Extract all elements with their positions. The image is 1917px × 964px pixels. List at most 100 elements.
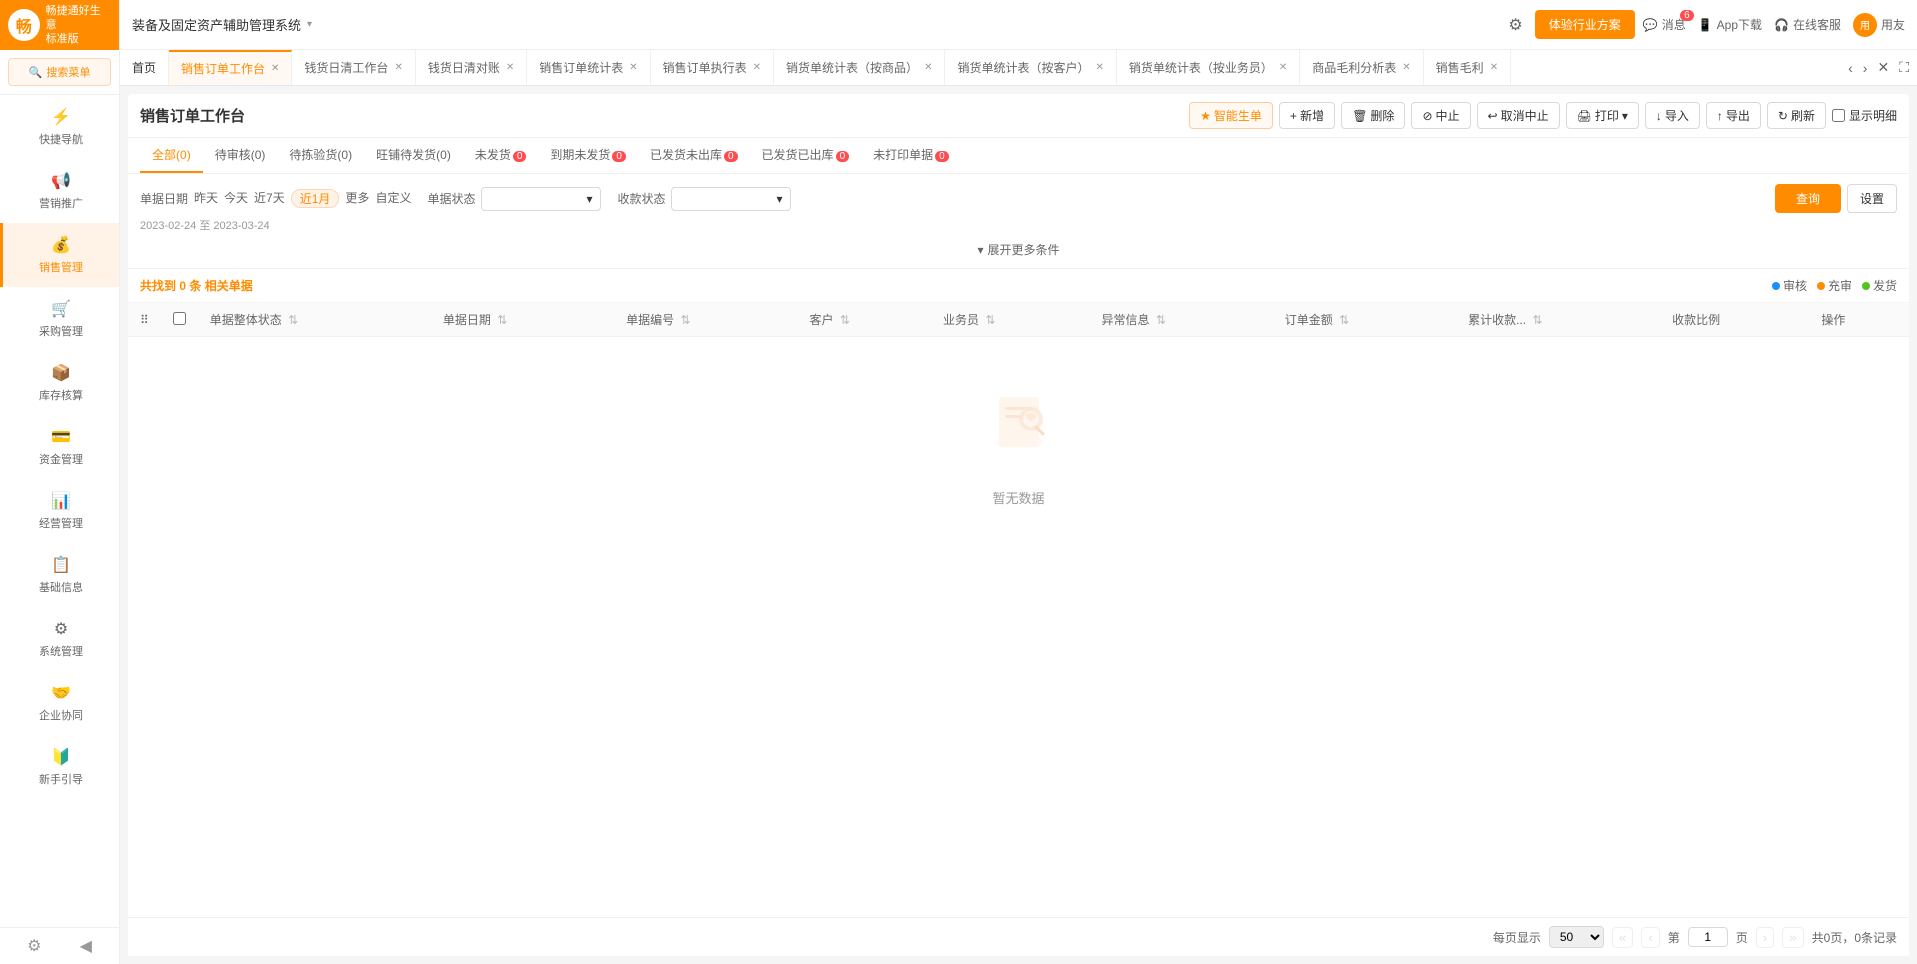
show-detail-checkbox-area[interactable]: 显示明细: [1832, 107, 1897, 124]
sort-customer-icon[interactable]: ⇅: [840, 313, 850, 327]
tab-close-all-button[interactable]: ✕: [1873, 57, 1893, 78]
tab-sales-stat-product[interactable]: 销货单统计表（按商品） ✕: [774, 50, 945, 86]
sort-date-icon[interactable]: ⇅: [497, 313, 507, 327]
tab-sales-exec[interactable]: 销售订单执行表 ✕: [651, 50, 774, 86]
tab-sales-stat-customer[interactable]: 销货单统计表（按客户） ✕: [945, 50, 1116, 86]
add-button[interactable]: + 新增: [1279, 102, 1335, 129]
settings-filter-button[interactable]: 设置: [1847, 184, 1897, 213]
online-service-button[interactable]: 🎧 在线客服: [1774, 16, 1841, 33]
date-link-today[interactable]: 今天: [224, 189, 248, 208]
date-link-yesterday[interactable]: 昨天: [194, 189, 218, 208]
tab-close-cash-reconcile[interactable]: ✕: [506, 62, 514, 73]
subtab-wangpu-pending[interactable]: 旺铺待发货(0): [364, 138, 463, 173]
cancel-stop-button[interactable]: ↩ 取消中止: [1477, 102, 1560, 129]
show-detail-checkbox[interactable]: [1832, 109, 1845, 122]
message-button[interactable]: 💬 消息 6: [1643, 16, 1686, 33]
sort-collected-icon[interactable]: ⇅: [1532, 313, 1542, 327]
app-download-button[interactable]: 📱 App下载: [1698, 16, 1762, 33]
sort-amount-icon[interactable]: ⇅: [1339, 313, 1349, 327]
subtab-shipped-not-in[interactable]: 已发货未出库0: [638, 138, 750, 173]
solution-button[interactable]: 体验行业方案: [1535, 10, 1635, 39]
sidebar-item-purchase[interactable]: 🛒 采购管理: [0, 287, 119, 351]
collapse-button[interactable]: ◀: [80, 936, 92, 956]
ship-action[interactable]: 发货: [1862, 277, 1897, 294]
tab-next-button[interactable]: ›: [1859, 58, 1872, 78]
import-button[interactable]: ↓ 导入: [1645, 102, 1700, 129]
sidebar-item-cooperation[interactable]: 🤝 企业协同: [0, 671, 119, 735]
subtab-not-shipped[interactable]: 未发货0: [463, 138, 539, 173]
subtab-expired-not-shipped[interactable]: 到期未发货0: [538, 138, 638, 173]
date-link-1month[interactable]: 近1月: [291, 189, 340, 208]
refresh-icon: ↻: [1778, 109, 1788, 123]
tab-sales-gross[interactable]: 销售毛利 ✕: [1424, 50, 1511, 86]
subtab-shipped-in[interactable]: 已发货已出库0: [750, 138, 862, 173]
next-page-button[interactable]: ›: [1756, 927, 1774, 948]
tab-close-sales-gross[interactable]: ✕: [1490, 62, 1498, 73]
tab-cash-daily[interactable]: 钱货日清工作台 ✕: [292, 50, 415, 86]
subtab-pending-review[interactable]: 待审核(0): [203, 138, 278, 173]
tab-close-sales-order[interactable]: ✕: [271, 63, 279, 74]
sort-staff-icon[interactable]: ⇅: [985, 313, 995, 327]
last-page-button[interactable]: »: [1782, 927, 1803, 948]
tab-prev-button[interactable]: ‹: [1844, 58, 1857, 78]
sort-number-icon[interactable]: ⇅: [681, 313, 691, 327]
cancel-action[interactable]: 充审: [1817, 277, 1852, 294]
date-link-7days[interactable]: 近7天: [254, 189, 285, 208]
stop-button[interactable]: ⊘ 中止: [1411, 102, 1470, 129]
status-filter-select[interactable]: ▾: [481, 187, 601, 211]
subtab-all[interactable]: 全部(0): [140, 138, 203, 173]
prev-page-button[interactable]: ‹: [1641, 927, 1659, 948]
sidebar-item-system[interactable]: ⚙ 系统管理: [0, 607, 119, 671]
tab-sales-order[interactable]: 销售订单工作台 ✕: [169, 50, 292, 86]
tab-sales-stat[interactable]: 销售订单统计表 ✕: [527, 50, 650, 86]
smart-create-button[interactable]: ★ 智能生单: [1189, 102, 1273, 129]
tab-close-staff[interactable]: ✕: [1279, 62, 1287, 73]
select-all-checkbox[interactable]: [173, 312, 186, 325]
sidebar-item-sales[interactable]: 💰 销售管理: [0, 223, 119, 287]
date-link-more[interactable]: 更多: [345, 189, 369, 208]
table-scroll-container[interactable]: ⠿ 单据整体状态 ⇅ 单据日期 ⇅: [128, 303, 1909, 917]
col-status: 单据整体状态 ⇅: [198, 303, 431, 337]
sidebar-item-marketing[interactable]: 📢 营销推广: [0, 159, 119, 223]
sidebar-item-basic-info[interactable]: 📋 基础信息: [0, 543, 119, 607]
page-size-select[interactable]: 10 20 50 100: [1549, 926, 1604, 948]
page-number-input[interactable]: [1688, 927, 1728, 947]
tab-close-sales-stat[interactable]: ✕: [629, 62, 637, 73]
first-page-button[interactable]: «: [1612, 927, 1633, 948]
sidebar-item-operation[interactable]: 📊 经营管理: [0, 479, 119, 543]
tab-close-product[interactable]: ✕: [924, 62, 932, 73]
cancel-stop-icon: ↩: [1488, 109, 1498, 123]
tab-sales-stat-staff[interactable]: 销货单统计表（按业务员） ✕: [1117, 50, 1300, 86]
tab-close-customer[interactable]: ✕: [1095, 62, 1103, 73]
refresh-button[interactable]: ↻ 刷新: [1767, 102, 1826, 129]
user-menu[interactable]: 用 用友: [1853, 13, 1905, 37]
search-menu-button[interactable]: 🔍 搜索菜单: [8, 58, 111, 86]
delete-icon: 🗑: [1352, 109, 1367, 123]
sort-abnormal-icon[interactable]: ⇅: [1156, 313, 1166, 327]
sidebar-item-finance[interactable]: 💳 资金管理: [0, 415, 119, 479]
date-link-custom[interactable]: 自定义: [375, 189, 411, 208]
subtab-not-printed[interactable]: 未打印单据0: [861, 138, 961, 173]
sidebar-item-inventory[interactable]: 📦 库存核算: [0, 351, 119, 415]
expand-filter-button[interactable]: ▾ 展开更多条件: [977, 241, 1059, 258]
export-button[interactable]: ↑ 导出: [1706, 102, 1761, 129]
review-action[interactable]: 审核: [1772, 277, 1807, 294]
delete-button[interactable]: 🗑 删除: [1341, 102, 1405, 129]
sidebar-item-guide[interactable]: 🔰 新手引导: [0, 735, 119, 799]
print-button[interactable]: 🖨 打印 ▾: [1566, 102, 1639, 129]
settings-button[interactable]: ⚙: [27, 936, 41, 956]
sort-status-icon[interactable]: ⇅: [288, 313, 298, 327]
sidebar-item-quick-nav[interactable]: ⚡ 快捷导航: [0, 95, 119, 159]
subtab-pending-inspect[interactable]: 待拣验货(0): [277, 138, 364, 173]
tab-cash-reconcile[interactable]: 钱货日清对账 ✕: [416, 50, 527, 86]
tab-home[interactable]: 首页: [120, 50, 169, 86]
tab-close-gross-margin[interactable]: ✕: [1402, 62, 1410, 73]
tab-maximize-button[interactable]: ⛶: [1895, 57, 1913, 78]
print-icon: 🖨: [1577, 109, 1592, 123]
query-button[interactable]: 查询: [1775, 184, 1841, 213]
tab-close-sales-exec[interactable]: ✕: [753, 62, 761, 73]
tab-gross-margin[interactable]: 商品毛利分析表 ✕: [1300, 50, 1423, 86]
tab-close-cash-daily[interactable]: ✕: [394, 62, 402, 73]
topbar-gear-icon[interactable]: ⚙: [1508, 15, 1522, 35]
payment-filter-select[interactable]: ▾: [671, 187, 791, 211]
